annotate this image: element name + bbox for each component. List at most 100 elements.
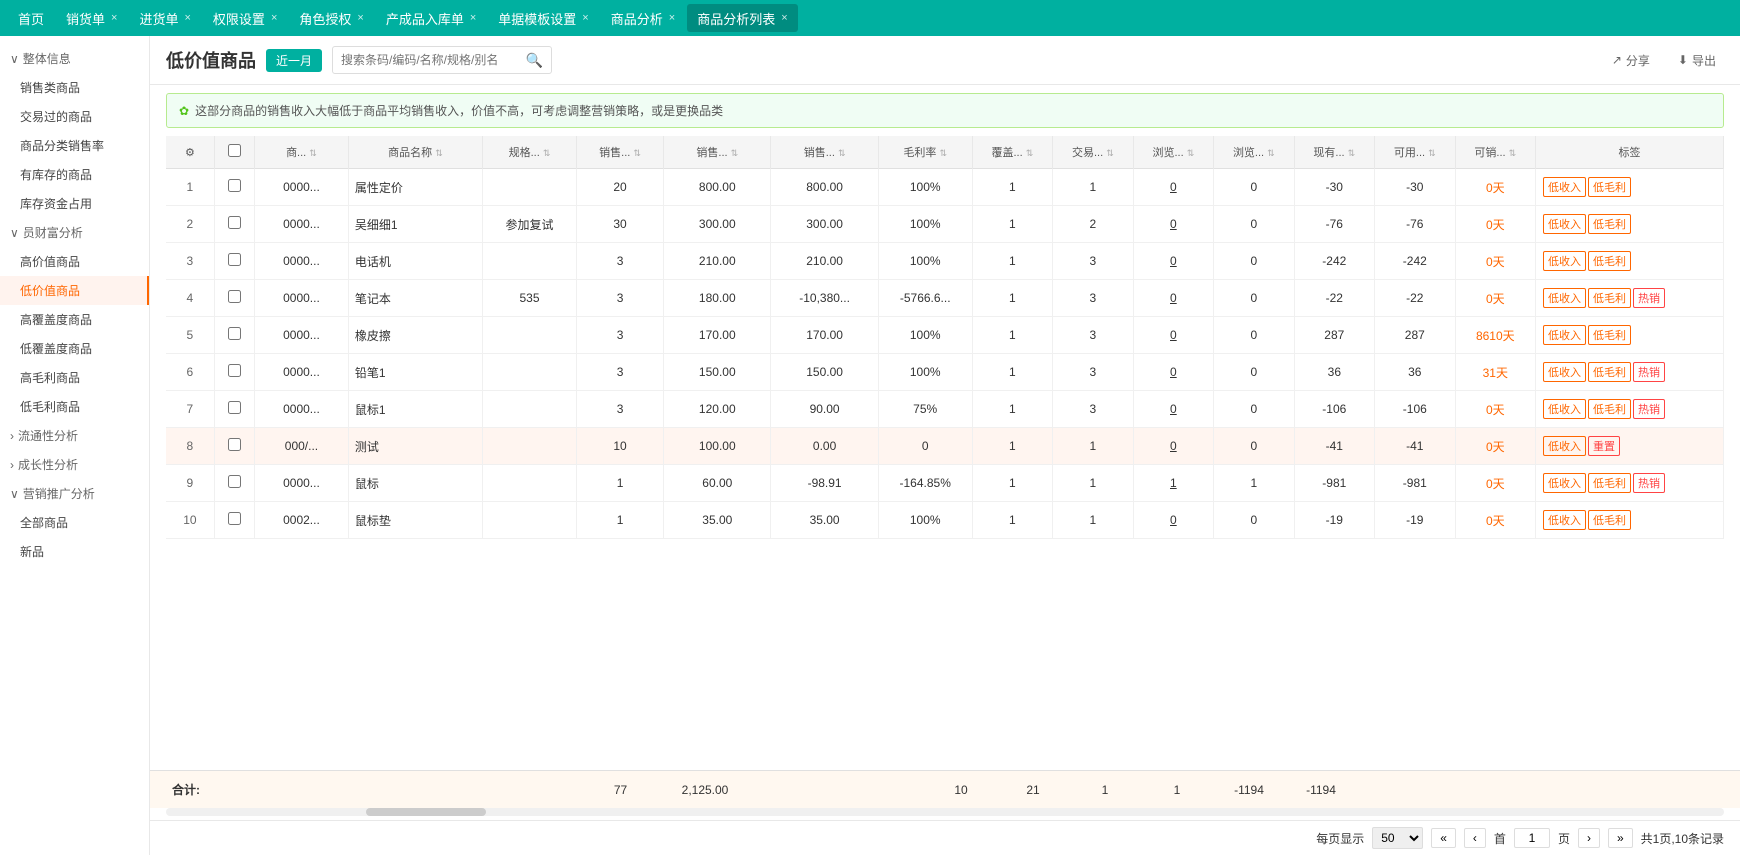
sidebar-item-category-rate[interactable]: 商品分类销售率	[0, 131, 149, 160]
sidebar-group-overall[interactable]: ∨ 整体信息	[0, 44, 149, 73]
nav-role[interactable]: 角色授权 ×	[289, 4, 373, 32]
nav-sales-close[interactable]: ×	[111, 12, 117, 24]
browse-link[interactable]: 0	[1170, 254, 1177, 268]
row-days: 31天	[1455, 354, 1535, 391]
nav-home[interactable]: 首页	[8, 4, 54, 32]
total-col9: 10	[931, 783, 991, 797]
product-tag: 低收入	[1543, 510, 1586, 530]
col-sellable[interactable]: 可销... ⇅	[1455, 136, 1535, 169]
nav-analysis-list-close[interactable]: ×	[781, 12, 787, 24]
sidebar-group-marketing[interactable]: ∨ 营销推广分析	[0, 479, 149, 508]
row-available: -106	[1375, 391, 1455, 428]
sidebar-item-stock-products[interactable]: 有库存的商品	[0, 160, 149, 189]
first-page-btn[interactable]: «	[1431, 828, 1456, 848]
col-transaction[interactable]: 交易... ⇅	[1053, 136, 1133, 169]
col-view1[interactable]: 浏览... ⇅	[1133, 136, 1213, 169]
nav-permission[interactable]: 权限设置 ×	[203, 4, 287, 32]
sidebar-group-growth[interactable]: › 成长性分析	[0, 450, 149, 479]
row-checkbox[interactable]	[228, 512, 241, 525]
row-checkbox[interactable]	[228, 216, 241, 229]
filter-recent-month[interactable]: 近一月	[266, 49, 322, 72]
row-checkbox[interactable]	[228, 327, 241, 340]
sidebar-item-high-margin[interactable]: 高毛利商品	[0, 363, 149, 392]
sidebar-item-low-value[interactable]: 低价值商品	[0, 276, 149, 305]
browse-link[interactable]: 0	[1170, 180, 1177, 194]
row-checkbox[interactable]	[228, 364, 241, 377]
row-checkbox[interactable]	[228, 401, 241, 414]
next-page-btn[interactable]: ›	[1578, 828, 1600, 848]
nav-template[interactable]: 单据模板设置 ×	[488, 4, 598, 32]
sidebar-group-employee[interactable]: ∨ 员财富分析	[0, 218, 149, 247]
col-sale1[interactable]: 销售... ⇅	[576, 136, 663, 169]
col-spec[interactable]: 规格... ⇅	[483, 136, 577, 169]
sidebar-item-traded-products[interactable]: 交易过的商品	[0, 102, 149, 131]
browse-link[interactable]: 1	[1170, 476, 1177, 490]
nav-analysis[interactable]: 商品分析 ×	[601, 4, 685, 32]
nav-role-close[interactable]: ×	[357, 12, 363, 24]
col-view2[interactable]: 浏览... ⇅	[1214, 136, 1294, 169]
sidebar-item-all-products[interactable]: 全部商品	[0, 508, 149, 537]
col-margin[interactable]: 毛利率 ⇅	[878, 136, 972, 169]
nav-sales[interactable]: 销货单 ×	[56, 4, 127, 32]
col-sale3[interactable]: 销售... ⇅	[771, 136, 878, 169]
nav-template-close[interactable]: ×	[582, 12, 588, 24]
browse-link[interactable]: 0	[1170, 291, 1177, 305]
row-checkbox[interactable]	[228, 253, 241, 266]
browse-link[interactable]: 0	[1170, 365, 1177, 379]
row-checkbox[interactable]	[228, 290, 241, 303]
sidebar-item-high-value[interactable]: 高价值商品	[0, 247, 149, 276]
row-checkbox[interactable]	[228, 179, 241, 192]
table-wrapper[interactable]: ⚙ 商... ⇅ 商品名称 ⇅ 规格... ⇅ 销售... ⇅ 销售... ⇅ …	[150, 136, 1740, 770]
row-transaction: 1	[1053, 428, 1133, 465]
row-spec	[483, 317, 577, 354]
nav-product[interactable]: 产成品入库单 ×	[376, 4, 486, 32]
sidebar-item-new-products[interactable]: 新品	[0, 537, 149, 566]
nav-purchase-close[interactable]: ×	[184, 12, 190, 24]
row-checkbox[interactable]	[228, 475, 241, 488]
prev-page-btn[interactable]: ‹	[1464, 828, 1486, 848]
row-checkbox[interactable]	[228, 438, 241, 451]
last-page-btn[interactable]: »	[1608, 828, 1633, 848]
browse-link[interactable]: 0	[1170, 217, 1177, 231]
select-all-checkbox[interactable]	[228, 144, 241, 157]
share-button[interactable]: ↗ 分享	[1604, 48, 1658, 73]
search-input[interactable]	[341, 53, 522, 67]
sidebar-item-stock-value[interactable]: 库存资金占用	[0, 189, 149, 218]
col-current[interactable]: 现有... ⇅	[1294, 136, 1374, 169]
nav-purchase[interactable]: 进货单 ×	[129, 4, 200, 32]
row-coverage: 1	[972, 391, 1052, 428]
col-available[interactable]: 可用... ⇅	[1375, 136, 1455, 169]
col-code[interactable]: 商... ⇅	[255, 136, 349, 169]
sidebar-item-low-coverage[interactable]: 低覆盖度商品	[0, 334, 149, 363]
row-sale3: 210.00	[771, 243, 878, 280]
per-page-select[interactable]: 50 100 200	[1372, 827, 1423, 849]
col-sale2[interactable]: 销售... ⇅	[664, 136, 771, 169]
nav-product-close[interactable]: ×	[470, 12, 476, 24]
browse-link[interactable]: 0	[1170, 402, 1177, 416]
row-tags: 低收入低毛利热销	[1536, 280, 1724, 317]
browse-link[interactable]: 0	[1170, 439, 1177, 453]
sidebar-group-marketing-label: 营销推广分析	[23, 485, 95, 502]
row-spec	[483, 391, 577, 428]
nav-permission-close[interactable]: ×	[271, 12, 277, 24]
nav-analysis-list[interactable]: 商品分析列表 ×	[687, 4, 797, 32]
table-header-row: ⚙ 商... ⇅ 商品名称 ⇅ 规格... ⇅ 销售... ⇅ 销售... ⇅ …	[166, 136, 1724, 169]
sidebar-item-high-coverage[interactable]: 高覆盖度商品	[0, 305, 149, 334]
col-settings[interactable]: ⚙	[166, 136, 214, 169]
table-row: 10 0002... 鼠标垫 1 35.00 35.00 100% 1 1 0 …	[166, 502, 1724, 539]
page-input[interactable]	[1514, 828, 1550, 848]
col-name[interactable]: 商品名称 ⇅	[348, 136, 482, 169]
browse-link[interactable]: 0	[1170, 328, 1177, 342]
horizontal-scrollbar[interactable]	[166, 808, 1724, 816]
col-coverage[interactable]: 覆盖... ⇅	[972, 136, 1052, 169]
browse-link[interactable]: 0	[1170, 513, 1177, 527]
table-row: 5 0000... 橡皮擦 3 170.00 170.00 100% 1 3 0…	[166, 317, 1724, 354]
nav-analysis-close[interactable]: ×	[669, 12, 675, 24]
col-tags: 标签	[1536, 136, 1724, 169]
scrollbar-thumb[interactable]	[366, 808, 486, 816]
export-button[interactable]: ⬇ 导出	[1670, 48, 1724, 73]
sidebar-group-flow[interactable]: › 流通性分析	[0, 421, 149, 450]
sidebar-item-sales-products[interactable]: 销售类商品	[0, 73, 149, 102]
sidebar-item-low-margin[interactable]: 低毛利商品	[0, 392, 149, 421]
row-sale2: 800.00	[664, 169, 771, 206]
